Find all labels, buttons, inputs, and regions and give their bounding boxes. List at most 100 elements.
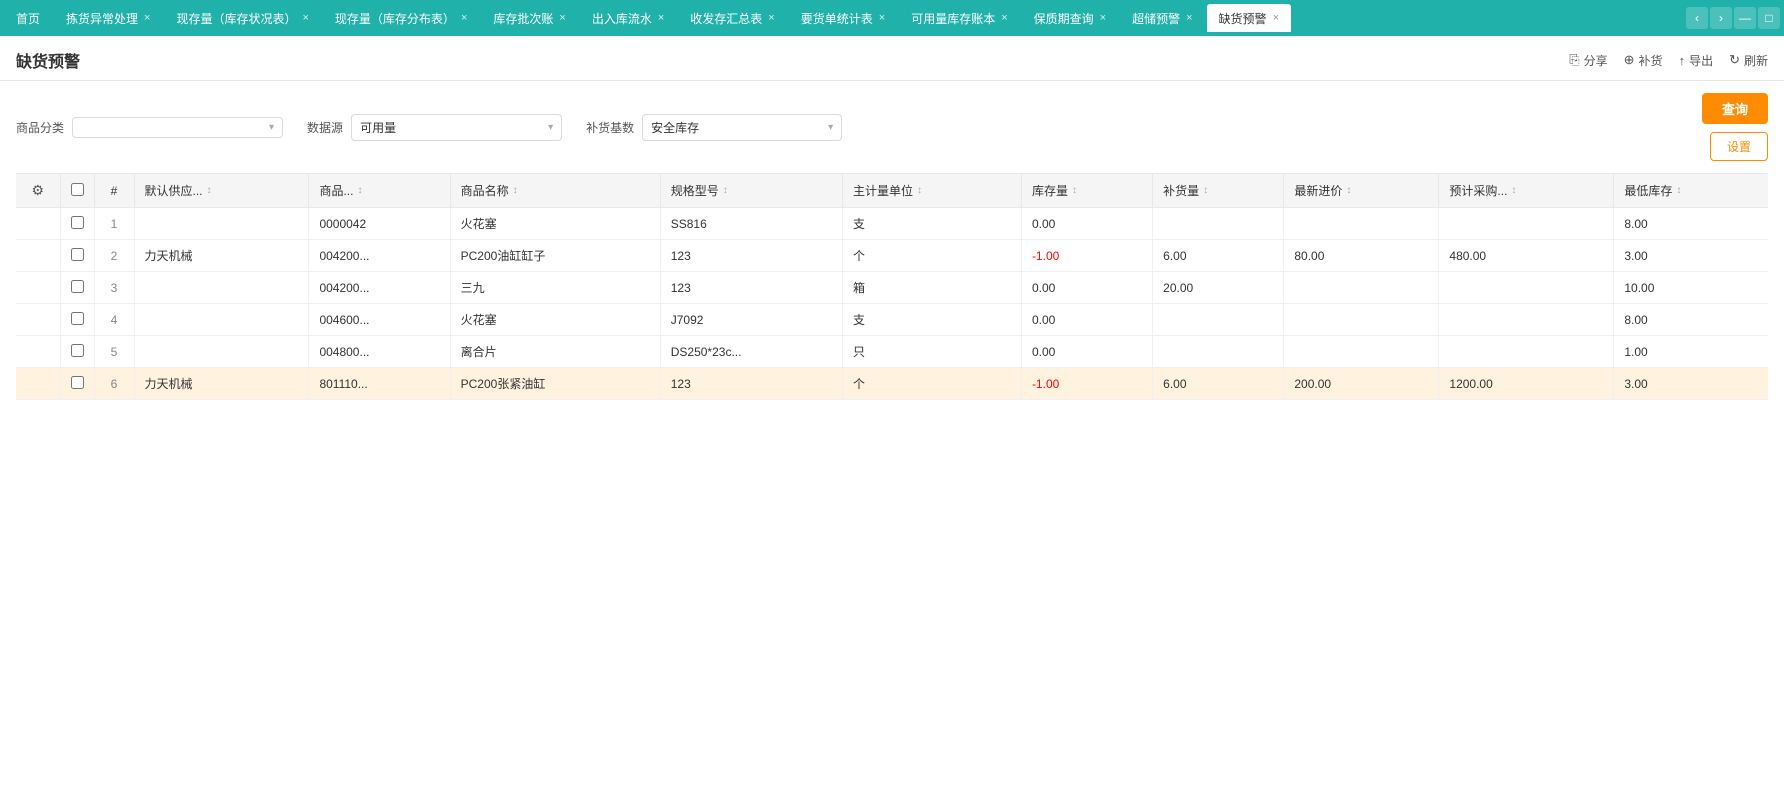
tab-available-ledger[interactable]: 可用量库存账本 × [899,4,1019,32]
row-num-4: 5 [94,336,134,368]
row-spec-4: DS250*23c... [660,336,842,368]
nav-prev-button[interactable]: ‹ [1686,7,1708,29]
row-select-5[interactable] [71,376,84,389]
row-replenish-3 [1153,304,1284,336]
row-select-3[interactable] [71,312,84,325]
sort-minstock-icon[interactable]: ↕ [1676,185,1681,196]
row-select-1[interactable] [71,248,84,261]
col-gear: ⚙ [16,174,60,208]
share-button[interactable]: ⎘ 分享 [1569,52,1607,69]
row-minstock-1: 3.00 [1614,240,1768,272]
row-spec-5: 123 [660,368,842,400]
row-supplier-4 [134,336,309,368]
datasource-select[interactable]: 可用量 ▾ [351,114,562,141]
col-header-replenish-qty: 补货量 ↕ [1153,174,1284,208]
row-price-4 [1284,336,1439,368]
shortage-warning-table: ⚙ # 默认供应... ↕ 商品... [16,173,1768,400]
tab-expiry-query[interactable]: 保质期查询 × [1022,4,1118,32]
close-tab-abnormal[interactable]: × [144,12,150,24]
datasource-filter-group: 数据源 可用量 ▾ [307,114,562,141]
close-tab-order-stats[interactable]: × [879,12,885,24]
row-replenish-5: 6.00 [1153,368,1284,400]
close-tab-receive-summary[interactable]: × [768,12,774,24]
row-price-3 [1284,304,1439,336]
table-gear-icon[interactable]: ⚙ [31,182,44,198]
row-stock-5: -1.00 [1021,368,1152,400]
row-stock-1: -1.00 [1021,240,1152,272]
nav-maximize-button[interactable]: □ [1758,7,1780,29]
replenish-basis-filter-group: 补货基数 安全库存 ▾ [586,114,842,141]
sort-name-icon[interactable]: ↕ [513,185,518,196]
row-supplier-5: 力天机械 [134,368,309,400]
row-minstock-5: 3.00 [1614,368,1768,400]
query-button[interactable]: 查询 [1702,93,1768,124]
row-checkbox-3[interactable] [60,304,94,336]
sort-code-icon[interactable]: ↕ [357,185,362,196]
sort-replenish-icon[interactable]: ↕ [1203,185,1208,196]
row-checkbox-5[interactable] [60,368,94,400]
close-tab-shortage-warning[interactable]: × [1273,12,1279,24]
sort-unit-icon[interactable]: ↕ [917,185,922,196]
close-tab-inventory-dist[interactable]: × [461,12,467,24]
row-replenish-0 [1153,208,1284,240]
nav-next-button[interactable]: › [1710,7,1732,29]
row-replenish-1: 6.00 [1153,240,1284,272]
replenish-button[interactable]: ⊕ 补货 [1624,52,1663,69]
sort-estimated-icon[interactable]: ↕ [1511,185,1516,196]
row-select-0[interactable] [71,216,84,229]
close-tab-overstock-warning[interactable]: × [1186,12,1192,24]
row-stock-2: 0.00 [1021,272,1152,304]
select-all-checkbox[interactable] [71,183,84,196]
col-header-latest-price: 最新进价 ↕ [1284,174,1439,208]
row-code-2: 004200... [309,272,450,304]
row-name-3: 火花塞 [450,304,660,336]
row-gear-5 [16,368,60,400]
sort-spec-icon[interactable]: ↕ [723,185,728,196]
tab-order-stats[interactable]: 要货单统计表 × [789,4,897,32]
col-header-spec: 规格型号 ↕ [660,174,842,208]
tab-home[interactable]: 首页 [4,4,52,32]
tab-shortage-warning[interactable]: 缺货预警 × [1207,4,1291,32]
tab-inventory-dist[interactable]: 现存量（库存分布表） × [323,4,479,32]
row-estimated-3 [1439,304,1614,336]
row-checkbox-2[interactable] [60,272,94,304]
settings-button[interactable]: 设置 [1710,132,1768,161]
nav-minimize-button[interactable]: — [1734,7,1756,29]
tab-in-out-flow[interactable]: 出入库流水 × [580,4,676,32]
row-checkbox-4[interactable] [60,336,94,368]
sort-price-icon[interactable]: ↕ [1346,185,1351,196]
share-icon: ⎘ [1569,52,1579,68]
tab-inventory-status[interactable]: 现存量（库存状况表） × [164,4,320,32]
close-tab-batch-ledger[interactable]: × [559,12,565,24]
row-checkbox-0[interactable] [60,208,94,240]
row-select-4[interactable] [71,344,84,357]
close-tab-in-out-flow[interactable]: × [658,12,664,24]
category-select[interactable]: ▾ [72,117,283,138]
row-supplier-0 [134,208,309,240]
close-tab-inventory-status[interactable]: × [302,12,308,24]
row-supplier-3 [134,304,309,336]
col-header-num: # [94,174,134,208]
tab-batch-ledger[interactable]: 库存批次账 × [481,4,577,32]
row-stock-0: 0.00 [1021,208,1152,240]
sort-supplier-icon[interactable]: ↕ [207,185,212,196]
tab-receive-summary[interactable]: 收发存汇总表 × [678,4,786,32]
refresh-button[interactable]: ↻ 刷新 [1729,52,1768,69]
row-select-2[interactable] [71,280,84,293]
close-tab-expiry-query[interactable]: × [1100,12,1106,24]
tab-overstock-warning[interactable]: 超储预警 × [1120,4,1204,32]
row-code-0: 0000042 [309,208,450,240]
row-checkbox-1[interactable] [60,240,94,272]
close-tab-available-ledger[interactable]: × [1001,12,1007,24]
row-spec-0: SS816 [660,208,842,240]
table-row: 2 力天机械 004200... PC200油缸缸子 123 个 -1.00 6… [16,240,1768,272]
table-row: 4 004600... 火花塞 J7092 支 0.00 8.00 [16,304,1768,336]
row-gear-3 [16,304,60,336]
replenish-basis-select[interactable]: 安全库存 ▾ [642,114,842,141]
export-button[interactable]: ↑ 导出 [1679,52,1714,69]
replenish-icon: ⊕ [1624,52,1635,68]
tab-abnormal[interactable]: 拣货异常处理 × [54,4,162,32]
row-unit-0: 支 [843,208,1022,240]
sort-stock-icon[interactable]: ↕ [1072,185,1077,196]
row-replenish-2: 20.00 [1153,272,1284,304]
